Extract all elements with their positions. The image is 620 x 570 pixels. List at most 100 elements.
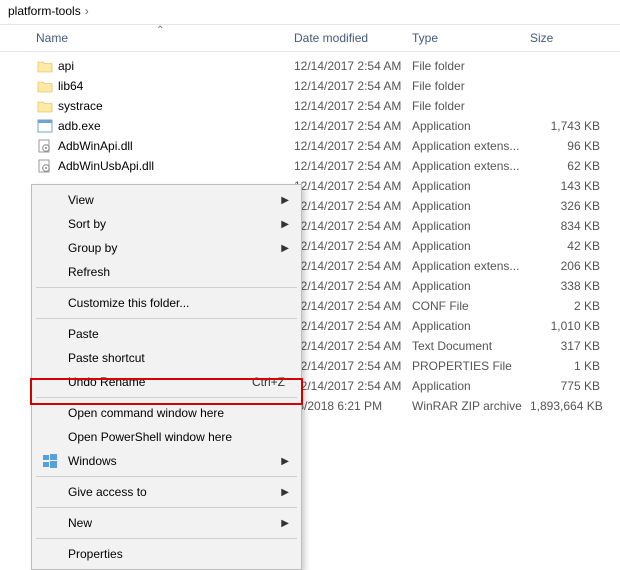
- column-name[interactable]: Name ⌃: [36, 31, 294, 45]
- menu-separator: [36, 507, 297, 508]
- file-name-cell: AdbWinApi.dll: [36, 139, 294, 153]
- file-date: 12/14/2017 2:54 AM: [294, 359, 412, 373]
- file-size: 143 KB: [530, 179, 600, 193]
- file-date: 12/14/2017 2:54 AM: [294, 79, 412, 93]
- menu-label: Open command window here: [68, 406, 224, 420]
- file-size: 1 KB: [530, 359, 600, 373]
- menu-label: Open PowerShell window here: [68, 430, 232, 444]
- file-type: WinRAR ZIP archive: [412, 399, 530, 413]
- file-date: 12/14/2017 2:54 AM: [294, 159, 412, 173]
- file-type: Application: [412, 319, 530, 333]
- file-size: 96 KB: [530, 139, 600, 153]
- file-date: 12/14/2017 2:54 AM: [294, 379, 412, 393]
- file-size: 1,010 KB: [530, 319, 600, 333]
- menu-label: Paste: [68, 327, 99, 341]
- file-date: 12/14/2017 2:54 AM: [294, 59, 412, 73]
- dll-icon: [36, 159, 54, 173]
- column-date[interactable]: Date modified: [294, 31, 412, 45]
- file-type: File folder: [412, 99, 530, 113]
- file-row[interactable]: adb.exe12/14/2017 2:54 AMApplication1,74…: [0, 116, 620, 136]
- file-name-cell: api: [36, 59, 294, 73]
- menu-windows[interactable]: Windows ▶: [34, 449, 299, 473]
- submenu-arrow-icon: ▶: [281, 195, 289, 206]
- file-type: Application: [412, 199, 530, 213]
- menu-open-command-window-here[interactable]: Open command window here: [34, 401, 299, 425]
- menu-refresh[interactable]: Refresh: [34, 260, 299, 284]
- file-name-cell: systrace: [36, 99, 294, 113]
- menu-separator: [36, 318, 297, 319]
- file-name: adb.exe: [58, 119, 101, 133]
- menu-label: Properties: [68, 547, 123, 561]
- file-name-cell: adb.exe: [36, 119, 294, 133]
- folder-icon: [36, 59, 54, 73]
- file-date: 12/14/2017 2:54 AM: [294, 199, 412, 213]
- exe-icon: [36, 119, 54, 133]
- breadcrumb-folder[interactable]: platform-tools: [8, 4, 81, 18]
- file-type: PROPERTIES File: [412, 359, 530, 373]
- file-size: 206 KB: [530, 259, 600, 273]
- file-date: 12/14/2017 2:54 AM: [294, 179, 412, 193]
- file-name: AdbWinUsbApi.dll: [58, 159, 154, 173]
- breadcrumb[interactable]: platform-tools ›: [0, 0, 620, 22]
- file-row[interactable]: systrace12/14/2017 2:54 AMFile folder: [0, 96, 620, 116]
- file-type: File folder: [412, 79, 530, 93]
- menu-properties[interactable]: Properties: [34, 542, 299, 566]
- menu-shortcut: Ctrl+Z: [252, 375, 285, 389]
- file-date: /5/2018 6:21 PM: [294, 399, 412, 413]
- menu-label: New: [68, 516, 92, 530]
- menu-label: Refresh: [68, 265, 110, 279]
- menu-give-access-to[interactable]: Give access to ▶: [34, 480, 299, 504]
- submenu-arrow-icon: ▶: [281, 518, 289, 529]
- file-size: 42 KB: [530, 239, 600, 253]
- menu-separator: [36, 287, 297, 288]
- file-date: 12/14/2017 2:54 AM: [294, 99, 412, 113]
- menu-label: Sort by: [68, 217, 106, 231]
- file-date: 12/14/2017 2:54 AM: [294, 239, 412, 253]
- file-size: 1,893,664 KB: [530, 399, 600, 413]
- menu-customize-folder[interactable]: Customize this folder...: [34, 291, 299, 315]
- menu-undo-rename[interactable]: Undo Rename Ctrl+Z: [34, 370, 299, 394]
- menu-new[interactable]: New ▶: [34, 511, 299, 535]
- menu-separator: [36, 476, 297, 477]
- file-name-cell: lib64: [36, 79, 294, 93]
- file-date: 12/14/2017 2:54 AM: [294, 279, 412, 293]
- menu-open-powershell-window-here[interactable]: Open PowerShell window here: [34, 425, 299, 449]
- menu-separator: [36, 397, 297, 398]
- menu-label: Customize this folder...: [68, 296, 189, 310]
- file-row[interactable]: lib6412/14/2017 2:54 AMFile folder: [0, 76, 620, 96]
- file-name: api: [58, 59, 74, 73]
- file-date: 12/14/2017 2:54 AM: [294, 339, 412, 353]
- menu-label: Windows: [68, 454, 117, 468]
- file-type: Application extens...: [412, 259, 530, 273]
- menu-label: Paste shortcut: [68, 351, 145, 365]
- file-row[interactable]: AdbWinUsbApi.dll12/14/2017 2:54 AMApplic…: [0, 156, 620, 176]
- folder-icon: [36, 99, 54, 113]
- file-name-cell: AdbWinUsbApi.dll: [36, 159, 294, 173]
- menu-paste[interactable]: Paste: [34, 322, 299, 346]
- column-size[interactable]: Size: [530, 31, 620, 45]
- column-headers[interactable]: Name ⌃ Date modified Type Size: [0, 25, 620, 52]
- file-date: 12/14/2017 2:54 AM: [294, 259, 412, 273]
- file-date: 12/14/2017 2:54 AM: [294, 299, 412, 313]
- menu-label: Give access to: [68, 485, 147, 499]
- file-size: 775 KB: [530, 379, 600, 393]
- menu-view[interactable]: View ▶: [34, 188, 299, 212]
- menu-label: View: [68, 193, 94, 207]
- file-date: 12/14/2017 2:54 AM: [294, 319, 412, 333]
- menu-sort-by[interactable]: Sort by ▶: [34, 212, 299, 236]
- menu-label: Undo Rename: [68, 375, 145, 389]
- file-row[interactable]: AdbWinApi.dll12/14/2017 2:54 AMApplicati…: [0, 136, 620, 156]
- menu-group-by[interactable]: Group by ▶: [34, 236, 299, 260]
- menu-paste-shortcut[interactable]: Paste shortcut: [34, 346, 299, 370]
- column-type[interactable]: Type: [412, 31, 530, 45]
- chevron-right-icon: ›: [85, 4, 89, 18]
- context-menu: View ▶ Sort by ▶ Group by ▶ Refresh Cust…: [31, 184, 302, 570]
- file-type: File folder: [412, 59, 530, 73]
- file-type: Application extens...: [412, 139, 530, 153]
- file-type: CONF File: [412, 299, 530, 313]
- menu-label: Group by: [68, 241, 117, 255]
- menu-separator: [36, 538, 297, 539]
- folder-icon: [36, 79, 54, 93]
- file-row[interactable]: api 12/14/2017 2:54 AMFile folder: [0, 56, 620, 76]
- file-date: 12/14/2017 2:54 AM: [294, 119, 412, 133]
